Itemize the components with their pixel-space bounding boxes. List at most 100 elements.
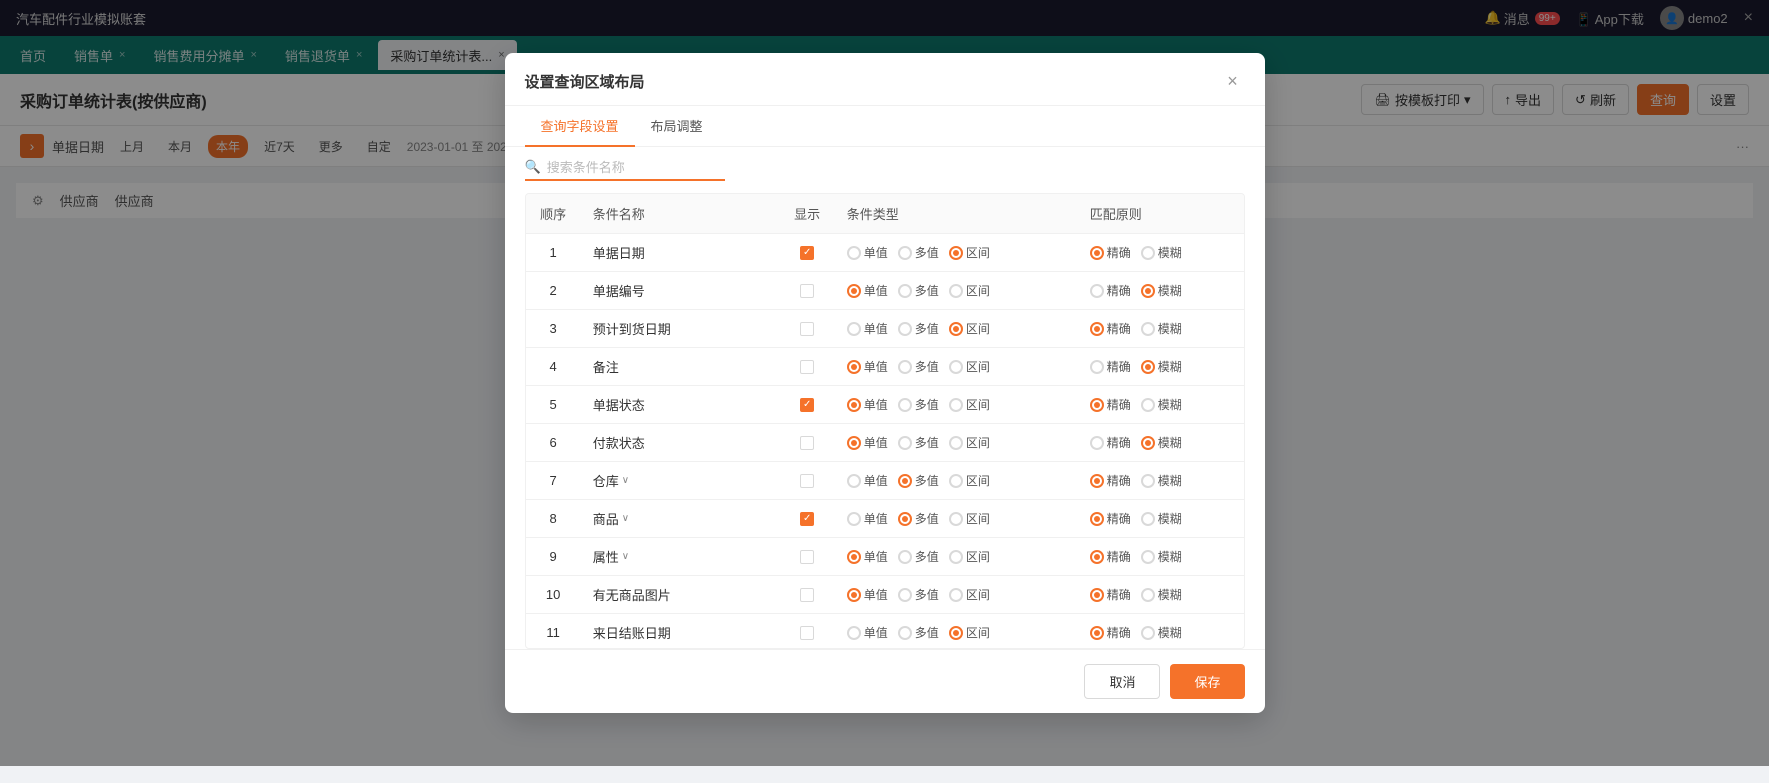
row-order: 3 bbox=[526, 310, 581, 348]
checkbox[interactable] bbox=[800, 550, 814, 564]
radio-type-单值[interactable]: 单值 bbox=[847, 434, 888, 451]
row-display-checkbox[interactable] bbox=[780, 386, 835, 424]
radio-type-区间[interactable]: 区间 bbox=[949, 510, 990, 527]
radio-match-精确[interactable]: 精确 bbox=[1090, 586, 1131, 603]
radio-type-区间[interactable]: 区间 bbox=[949, 282, 990, 299]
radio-type-单值[interactable]: 单值 bbox=[847, 472, 888, 489]
checkbox[interactable] bbox=[800, 626, 814, 640]
radio-match-模糊[interactable]: 模糊 bbox=[1141, 472, 1182, 489]
row-match: 精确模糊 bbox=[1078, 272, 1244, 310]
radio-type-多值[interactable]: 多值 bbox=[898, 282, 939, 299]
table-row: 8商品∨单值多值区间精确模糊 bbox=[526, 500, 1244, 538]
radio-type-单值[interactable]: 单值 bbox=[847, 244, 888, 261]
radio-match-模糊[interactable]: 模糊 bbox=[1141, 434, 1182, 451]
radio-type-区间[interactable]: 区间 bbox=[949, 396, 990, 413]
row-order: 9 bbox=[526, 538, 581, 576]
radio-match-精确[interactable]: 精确 bbox=[1090, 624, 1131, 641]
radio-match-精确[interactable]: 精确 bbox=[1090, 282, 1131, 299]
radio-type-单值[interactable]: 单值 bbox=[847, 548, 888, 565]
checkbox[interactable] bbox=[800, 246, 814, 260]
row-match: 精确模糊 bbox=[1078, 500, 1244, 538]
row-display-checkbox[interactable] bbox=[780, 310, 835, 348]
radio-type-多值[interactable]: 多值 bbox=[898, 320, 939, 337]
row-match: 精确模糊 bbox=[1078, 462, 1244, 500]
row-display-checkbox[interactable] bbox=[780, 462, 835, 500]
checkbox[interactable] bbox=[800, 322, 814, 336]
table-header-row: 顺序 条件名称 显示 条件类型 匹配原则 bbox=[526, 194, 1244, 234]
radio-type-多值[interactable]: 多值 bbox=[898, 472, 939, 489]
row-display-checkbox[interactable] bbox=[780, 576, 835, 614]
radio-type-多值[interactable]: 多值 bbox=[898, 624, 939, 641]
radio-type-单值[interactable]: 单值 bbox=[847, 320, 888, 337]
radio-type-多值[interactable]: 多值 bbox=[898, 586, 939, 603]
radio-match-模糊[interactable]: 模糊 bbox=[1141, 548, 1182, 565]
radio-type-区间[interactable]: 区间 bbox=[949, 434, 990, 451]
radio-match-精确[interactable]: 精确 bbox=[1090, 244, 1131, 261]
radio-type-单值[interactable]: 单值 bbox=[847, 624, 888, 641]
radio-type-区间[interactable]: 区间 bbox=[949, 320, 990, 337]
dialog-close-btn[interactable]: × bbox=[1221, 69, 1245, 93]
radio-match-精确[interactable]: 精确 bbox=[1090, 434, 1131, 451]
row-display-checkbox[interactable] bbox=[780, 614, 835, 650]
row-display-checkbox[interactable] bbox=[780, 538, 835, 576]
radio-type-多值[interactable]: 多值 bbox=[898, 510, 939, 527]
table-row: 9属性∨单值多值区间精确模糊 bbox=[526, 538, 1244, 576]
radio-type-单值[interactable]: 单值 bbox=[847, 358, 888, 375]
radio-type-区间[interactable]: 区间 bbox=[949, 472, 990, 489]
row-match: 精确模糊 bbox=[1078, 614, 1244, 650]
radio-type-单值[interactable]: 单值 bbox=[847, 510, 888, 527]
radio-type-区间[interactable]: 区间 bbox=[949, 244, 990, 261]
radio-match-模糊[interactable]: 模糊 bbox=[1141, 510, 1182, 527]
row-name: 单据日期 bbox=[581, 234, 780, 272]
search-input[interactable] bbox=[547, 160, 725, 175]
radio-match-精确[interactable]: 精确 bbox=[1090, 396, 1131, 413]
radio-type-多值[interactable]: 多值 bbox=[898, 244, 939, 261]
tab-layout-adjust[interactable]: 布局调整 bbox=[635, 106, 719, 147]
radio-match-精确[interactable]: 精确 bbox=[1090, 472, 1131, 489]
checkbox[interactable] bbox=[800, 512, 814, 526]
radio-match-精确[interactable]: 精确 bbox=[1090, 358, 1131, 375]
row-display-checkbox[interactable] bbox=[780, 272, 835, 310]
radio-type-单值[interactable]: 单值 bbox=[847, 282, 888, 299]
radio-match-模糊[interactable]: 模糊 bbox=[1141, 320, 1182, 337]
radio-type-多值[interactable]: 多值 bbox=[898, 358, 939, 375]
radio-type-单值[interactable]: 单值 bbox=[847, 586, 888, 603]
row-type: 单值多值区间 bbox=[835, 386, 1078, 424]
radio-type-区间[interactable]: 区间 bbox=[949, 548, 990, 565]
radio-match-精确[interactable]: 精确 bbox=[1090, 510, 1131, 527]
radio-type-多值[interactable]: 多值 bbox=[898, 396, 939, 413]
radio-match-模糊[interactable]: 模糊 bbox=[1141, 396, 1182, 413]
radio-match-模糊[interactable]: 模糊 bbox=[1141, 358, 1182, 375]
row-name: 单据状态 bbox=[581, 386, 780, 424]
row-display-checkbox[interactable] bbox=[780, 500, 835, 538]
radio-match-模糊[interactable]: 模糊 bbox=[1141, 624, 1182, 641]
radio-match-模糊[interactable]: 模糊 bbox=[1141, 282, 1182, 299]
row-name: 商品∨ bbox=[581, 500, 780, 538]
save-button[interactable]: 保存 bbox=[1170, 664, 1244, 699]
radio-type-区间[interactable]: 区间 bbox=[949, 624, 990, 641]
row-display-checkbox[interactable] bbox=[780, 348, 835, 386]
checkbox[interactable] bbox=[800, 436, 814, 450]
cancel-button[interactable]: 取消 bbox=[1084, 664, 1160, 699]
radio-match-精确[interactable]: 精确 bbox=[1090, 320, 1131, 337]
col-order: 顺序 bbox=[526, 194, 581, 234]
checkbox[interactable] bbox=[800, 284, 814, 298]
radio-type-多值[interactable]: 多值 bbox=[898, 548, 939, 565]
radio-type-多值[interactable]: 多值 bbox=[898, 434, 939, 451]
radio-match-模糊[interactable]: 模糊 bbox=[1141, 244, 1182, 261]
radio-match-精确[interactable]: 精确 bbox=[1090, 548, 1131, 565]
checkbox[interactable] bbox=[800, 360, 814, 374]
checkbox[interactable] bbox=[800, 474, 814, 488]
table-row: 4备注单值多值区间精确模糊 bbox=[526, 348, 1244, 386]
checkbox[interactable] bbox=[800, 588, 814, 602]
row-display-checkbox[interactable] bbox=[780, 234, 835, 272]
radio-match-模糊[interactable]: 模糊 bbox=[1141, 586, 1182, 603]
radio-type-区间[interactable]: 区间 bbox=[949, 586, 990, 603]
row-display-checkbox[interactable] bbox=[780, 424, 835, 462]
radio-type-区间[interactable]: 区间 bbox=[949, 358, 990, 375]
radio-type-单值[interactable]: 单值 bbox=[847, 396, 888, 413]
table-row: 5单据状态单值多值区间精确模糊 bbox=[526, 386, 1244, 424]
tab-field-settings[interactable]: 查询字段设置 bbox=[525, 106, 635, 147]
checkbox[interactable] bbox=[800, 398, 814, 412]
row-type: 单值多值区间 bbox=[835, 310, 1078, 348]
